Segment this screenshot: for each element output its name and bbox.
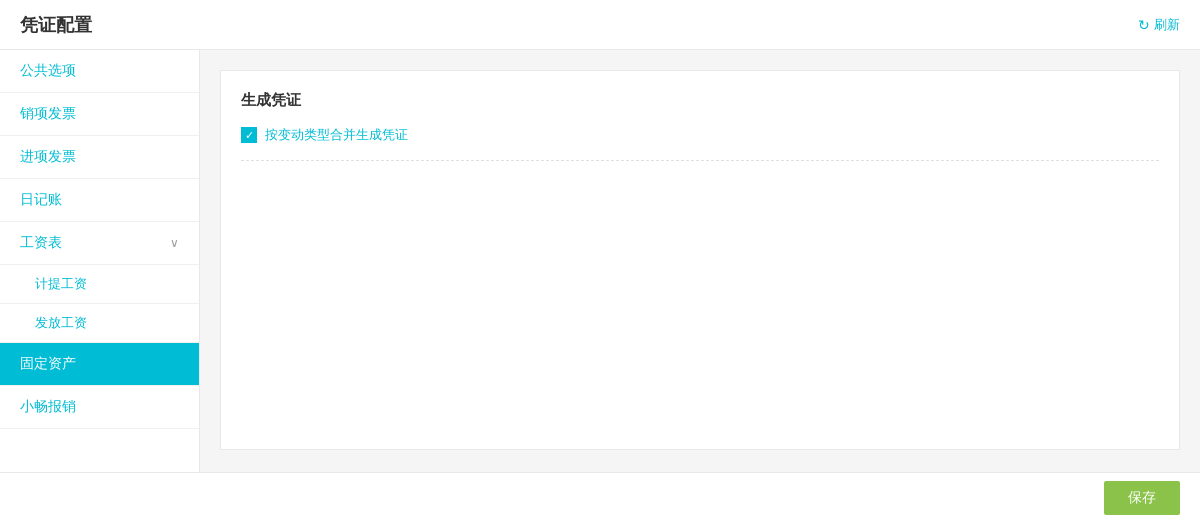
sidebar-item-label: 公共选项 (20, 62, 76, 80)
checkbox-label[interactable]: 按变动类型合并生成凭证 (265, 126, 408, 144)
main-content: 公共选项 销项发票 进项发票 日记账 工资表 ∨ 计提工资 发放工资 固定资产 … (0, 50, 1200, 472)
sidebar-item-expense-claim[interactable]: 小畅报销 (0, 386, 199, 429)
checkbox-row: ✓ 按变动类型合并生成凭证 (241, 126, 1159, 144)
section-divider (241, 160, 1159, 161)
sidebar-item-label: 小畅报销 (20, 398, 76, 416)
sidebar-item-label: 进项发票 (20, 148, 76, 166)
sidebar-item-sales-invoice[interactable]: 销项发票 (0, 93, 199, 136)
sidebar-item-label: 工资表 (20, 234, 62, 252)
save-button[interactable]: 保存 (1104, 481, 1180, 515)
merge-generate-checkbox[interactable]: ✓ (241, 127, 257, 143)
sidebar-item-issue-wages[interactable]: 发放工资 (0, 304, 199, 343)
footer: 保存 (0, 472, 1200, 522)
sidebar: 公共选项 销项发票 进项发票 日记账 工资表 ∨ 计提工资 发放工资 固定资产 … (0, 50, 200, 472)
sidebar-item-payroll[interactable]: 工资表 ∨ (0, 222, 199, 265)
sidebar-item-label: 销项发票 (20, 105, 76, 123)
sidebar-item-accrual-wages[interactable]: 计提工资 (0, 265, 199, 304)
sidebar-item-fixed-assets[interactable]: 固定资产 (0, 343, 199, 386)
sidebar-item-label: 固定资产 (20, 355, 76, 373)
refresh-icon: ↻ (1138, 17, 1150, 33)
sidebar-item-journal[interactable]: 日记账 (0, 179, 199, 222)
refresh-button[interactable]: ↻ 刷新 (1138, 16, 1180, 34)
refresh-label: 刷新 (1154, 16, 1180, 34)
checkmark-icon: ✓ (245, 130, 254, 141)
chevron-down-icon: ∨ (170, 236, 179, 250)
sidebar-item-label: 发放工资 (35, 315, 87, 330)
content-card: 生成凭证 ✓ 按变动类型合并生成凭证 (220, 70, 1180, 450)
sidebar-item-label: 计提工资 (35, 276, 87, 291)
page-title: 凭证配置 (20, 13, 92, 37)
header: 凭证配置 ↻ 刷新 (0, 0, 1200, 50)
sidebar-item-public-options[interactable]: 公共选项 (0, 50, 199, 93)
section-title: 生成凭证 (241, 91, 1159, 110)
sidebar-item-purchase-invoice[interactable]: 进项发票 (0, 136, 199, 179)
sidebar-item-label: 日记账 (20, 191, 62, 209)
content-area: 生成凭证 ✓ 按变动类型合并生成凭证 (200, 50, 1200, 472)
